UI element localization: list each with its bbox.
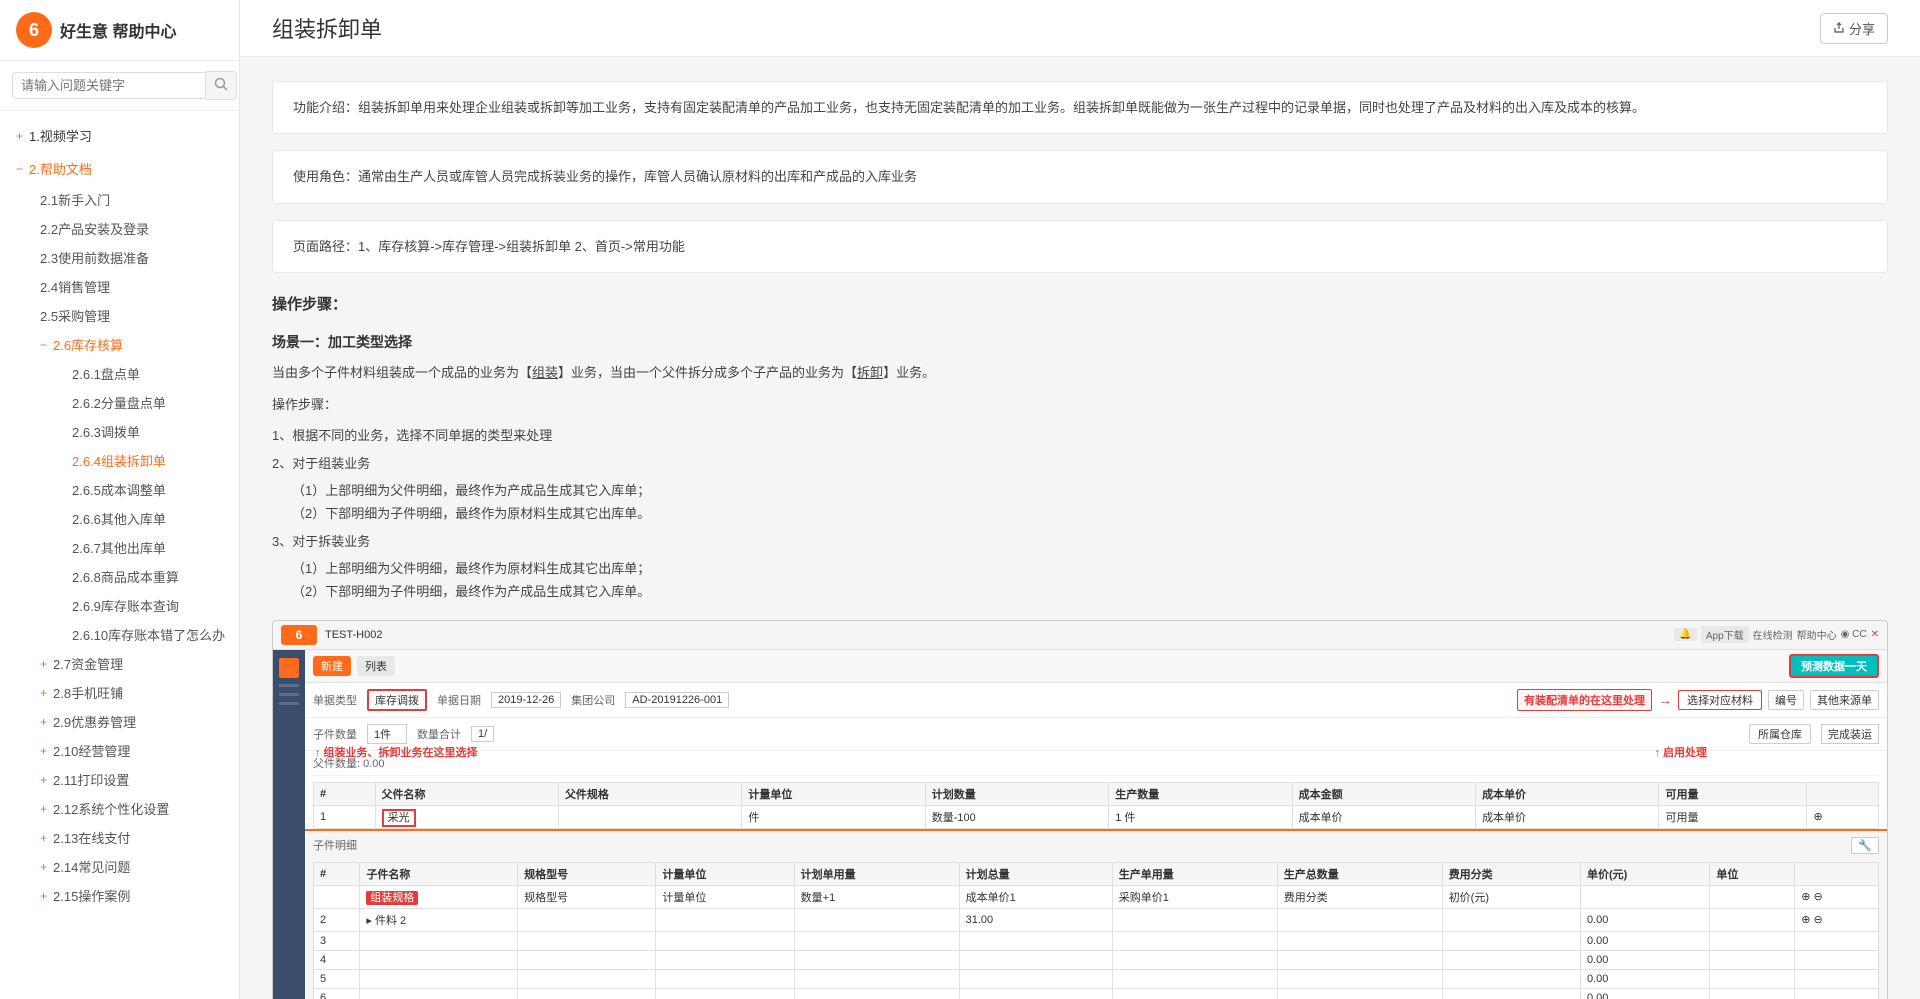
mock-tabs-row: 新建 列表 预测数据一天 xyxy=(305,650,1887,683)
sidebar-item-2.8[interactable]: + 2.8手机旺铺 xyxy=(32,678,239,707)
mock-company-num: AD-20191226-001 xyxy=(625,692,729,708)
sidebar-header: 6 好生意 帮助中心 xyxy=(0,0,239,61)
path-intro-text: 页面路径：1、库存核算->库存管理->组装拆卸单 2、首页->常用功能 xyxy=(293,239,685,254)
mock-titlebar: 6 TEST-H002 🔔 App下载 在线检测 帮助中心 ◉ CC ✕ xyxy=(273,621,1887,650)
table-row: 30.00 xyxy=(314,931,1879,950)
annotation-has-bom: 有装配清单的在这里处理 xyxy=(1517,689,1652,711)
steps-block: 操作步骤： 场景一：加工类型选择 当由多个子件材料组装成一个成品的业务为【组装】… xyxy=(272,291,1888,604)
search-box xyxy=(0,61,239,111)
ops-steps-label: 操作步骤： xyxy=(272,393,1888,416)
step3-1: （1）上部明细为父件明细，最终作为原材料生成其它出库单； xyxy=(292,557,1888,580)
mock-tab-new: 新建 xyxy=(313,656,351,676)
mock-child-section: 子件明细 🔧 # 子件名称 规格型号 计量单位 计划单用量 xyxy=(305,829,1887,999)
sidebar-item-2.6.3[interactable]: 2.6.3调拨单 xyxy=(64,417,239,446)
sidebar-item-2.6.4[interactable]: 2.6.4组装拆卸单 xyxy=(64,446,239,475)
sidebar-item-2.9[interactable]: + 2.9优惠券管理 xyxy=(32,707,239,736)
nav-sub-2.6: 2.6.1盘点单 2.6.2分量盘点单 2.6.3调拨单 2.6.4组装拆卸单 … xyxy=(32,359,239,649)
feature-intro-block: 功能介绍：组装拆卸单用来处理企业组装或拆卸等加工业务，支持有固定装配清单的产品加… xyxy=(272,81,1888,134)
scene1-desc: 当由多个子件材料组装成一个成品的业务为【组装】业务，当由一个父件拆分成多个子产品… xyxy=(272,361,1888,384)
search-button[interactable] xyxy=(206,71,237,100)
sidebar-item-2.7[interactable]: + 2.7资金管理 xyxy=(32,649,239,678)
table-row: 组装规格 规格型号 计量单位 数量+1 成本单价1 采购单价1 费用分类 初价(… xyxy=(314,885,1879,908)
main-area: 组装拆卸单 分享 功能介绍：组装拆卸单用来处理企业组装或拆卸等加工业务，支持有固… xyxy=(240,0,1920,999)
content-area: 功能介绍：组装拆卸单用来处理企业组装或拆卸等加工业务，支持有固定装配清单的产品加… xyxy=(240,57,1920,999)
mock-child-table: # 子件名称 规格型号 计量单位 计划单用量 计划总量 生产单用量 生产总数量 … xyxy=(313,862,1879,999)
sidebar-item-docs[interactable]: − 2.帮助文档 xyxy=(0,152,239,185)
sidebar-item-video[interactable]: + 1.视频学习 xyxy=(0,119,239,152)
table-row: 2 ▸ 件料 2 31.00 0.00 xyxy=(314,908,1879,931)
step3-2: （2）下部明细为子件明细，最终作为产成品生成其它入库单。 xyxy=(292,580,1888,603)
mock-company-field: 所属仓库 xyxy=(1749,724,1811,744)
mock-extra-btn1: 编号 xyxy=(1768,690,1804,710)
sidebar-item-2.12[interactable]: + 2.12系统个性化设置 xyxy=(32,794,239,823)
table-row: 50.00 xyxy=(314,969,1879,988)
mock-select-type: 选择对应材料 xyxy=(1678,690,1762,710)
screenshot-mockup: 6 TEST-H002 🔔 App下载 在线检测 帮助中心 ◉ CC ✕ xyxy=(272,620,1888,999)
annotation-type-select: ↑ 组装业务、拆卸业务在这里选择 xyxy=(315,744,478,760)
mock-extra-btn2: 其他来源单 xyxy=(1810,690,1879,710)
sidebar-item-2.6.8[interactable]: 2.6.8商品成本重算 xyxy=(64,562,239,591)
mock-doc-type: 库存调拨 xyxy=(367,689,427,711)
mock-parent-table-section: 父件数量: 0.00 # 父件名称 父件规格 计量单位 计划数量 生 xyxy=(305,751,1887,829)
scene1-title: 场景一：加工类型选择 xyxy=(272,330,1888,355)
app-title: 好生意 帮助中心 xyxy=(60,18,176,42)
step2-1: （1）上部明细为父件明细，最终作为产成品生成其它入库单； xyxy=(292,479,1888,502)
collapse-icon-2.6: − xyxy=(40,338,47,352)
sidebar-item-2.15[interactable]: + 2.15操作案例 xyxy=(32,881,239,910)
mock-left-nav xyxy=(273,650,305,999)
sidebar-item-2.6.10[interactable]: 2.6.10库存账本错了怎么办 xyxy=(64,620,239,649)
nav-list: + 1.视频学习 − 2.帮助文档 2.1新手入门 2.2产品安装及登录 2.3… xyxy=(0,111,239,918)
step1: 1、根据不同的业务，选择不同单据的类型来处理 xyxy=(272,424,1888,447)
table-row: 60.00 xyxy=(314,988,1879,999)
sidebar-item-2.10[interactable]: + 2.10经营管理 xyxy=(32,736,239,765)
share-button[interactable]: 分享 xyxy=(1820,13,1888,44)
step2-2: （2）下部明细为子件明细，最终作为原材料生成其它出库单。 xyxy=(292,502,1888,525)
sidebar-item-2.5[interactable]: 2.5采购管理 xyxy=(32,301,239,330)
mock-form-row2: 子件数量 1件 数量合计 1/ ↑ 组装业务、拆卸业务在这里选择 所属仓库 ↑ … xyxy=(305,718,1887,751)
mock-form-row1: 单据类型 库存调拨 单据日期 2019-12-26 集团公司 AD-201912… xyxy=(305,683,1887,718)
mock-logo: 6 xyxy=(281,625,317,645)
annotation-approve: ↑ 启用处理 xyxy=(1654,744,1707,760)
sidebar-item-2.6[interactable]: − 2.6库存核算 xyxy=(32,330,239,359)
page-title: 组装拆卸单 xyxy=(272,12,382,44)
share-icon xyxy=(1833,22,1845,34)
step2-label: 2、对于组装业务 xyxy=(272,452,1888,475)
sidebar-item-2.2[interactable]: 2.2产品安装及登录 xyxy=(32,214,239,243)
sidebar-label-docs: 2.帮助文档 xyxy=(29,159,92,178)
sidebar-item-2.6.5[interactable]: 2.6.5成本调整单 xyxy=(64,475,239,504)
sidebar-label-video: 1.视频学习 xyxy=(29,126,92,145)
sidebar-item-2.6.9[interactable]: 2.6.9库存账本查询 xyxy=(64,591,239,620)
sidebar-item-2.14[interactable]: + 2.14常见问题 xyxy=(32,852,239,881)
step3-label: 3、对于拆装业务 xyxy=(272,530,1888,553)
nav-sub-docs: 2.1新手入门 2.2产品安装及登录 2.3使用前数据准备 2.4销售管理 2.… xyxy=(0,185,239,910)
logo-icon: 6 xyxy=(16,12,52,48)
role-intro-text: 使用角色：通常由生产人员或库管人员完成拆装业务的操作，库管人员确认原材料的出库和… xyxy=(293,169,917,184)
ops-title: 操作步骤： xyxy=(272,291,1888,318)
sidebar-item-2.11[interactable]: + 2.11打印设置 xyxy=(32,765,239,794)
table-row: 40.00 xyxy=(314,950,1879,969)
mock-parent-table: # 父件名称 父件规格 计量单位 计划数量 生产数量 成本金额 成本单价 可用量 xyxy=(313,782,1879,829)
sidebar-item-2.6.2[interactable]: 2.6.2分量盘点单 xyxy=(64,388,239,417)
expand-icon-video: + xyxy=(16,129,23,143)
collapse-icon-docs: − xyxy=(16,162,23,176)
sidebar-item-2.3[interactable]: 2.3使用前数据准备 xyxy=(32,243,239,272)
sidebar-item-2.1[interactable]: 2.1新手入门 xyxy=(32,185,239,214)
mock-titlebar-text: TEST-H002 xyxy=(325,629,382,641)
search-input[interactable] xyxy=(12,72,206,99)
main-header: 组装拆卸单 分享 xyxy=(240,0,1920,57)
feature-intro-text: 功能介绍：组装拆卸单用来处理企业组装或拆卸等加工业务，支持有固定装配清单的产品加… xyxy=(293,100,1645,115)
mock-preload-btn: 预测数据一天 xyxy=(1789,654,1879,678)
sidebar-item-2.13[interactable]: + 2.13在线支付 xyxy=(32,823,239,852)
sidebar-item-2.6.1[interactable]: 2.6.1盘点单 xyxy=(64,359,239,388)
mock-date: 2019-12-26 xyxy=(491,692,561,708)
sidebar-item-2.6.7[interactable]: 2.6.7其他出库单 xyxy=(64,533,239,562)
path-intro-block: 页面路径：1、库存核算->库存管理->组装拆卸单 2、首页->常用功能 xyxy=(272,220,1888,273)
sidebar: 6 好生意 帮助中心 + 1.视频学习 − 2.帮助文档 2.1新手入门 2.2… xyxy=(0,0,240,999)
role-intro-block: 使用角色：通常由生产人员或库管人员完成拆装业务的操作，库管人员确认原材料的出库和… xyxy=(272,150,1888,203)
sidebar-item-2.6.6[interactable]: 2.6.6其他入库单 xyxy=(64,504,239,533)
sidebar-item-2.4[interactable]: 2.4销售管理 xyxy=(32,272,239,301)
mock-tab-list: 列表 xyxy=(357,656,395,676)
table-row: 1 采光 件 数量-100 1 件 成本单价 成本单价 可用量 ⊕ xyxy=(314,805,1879,828)
